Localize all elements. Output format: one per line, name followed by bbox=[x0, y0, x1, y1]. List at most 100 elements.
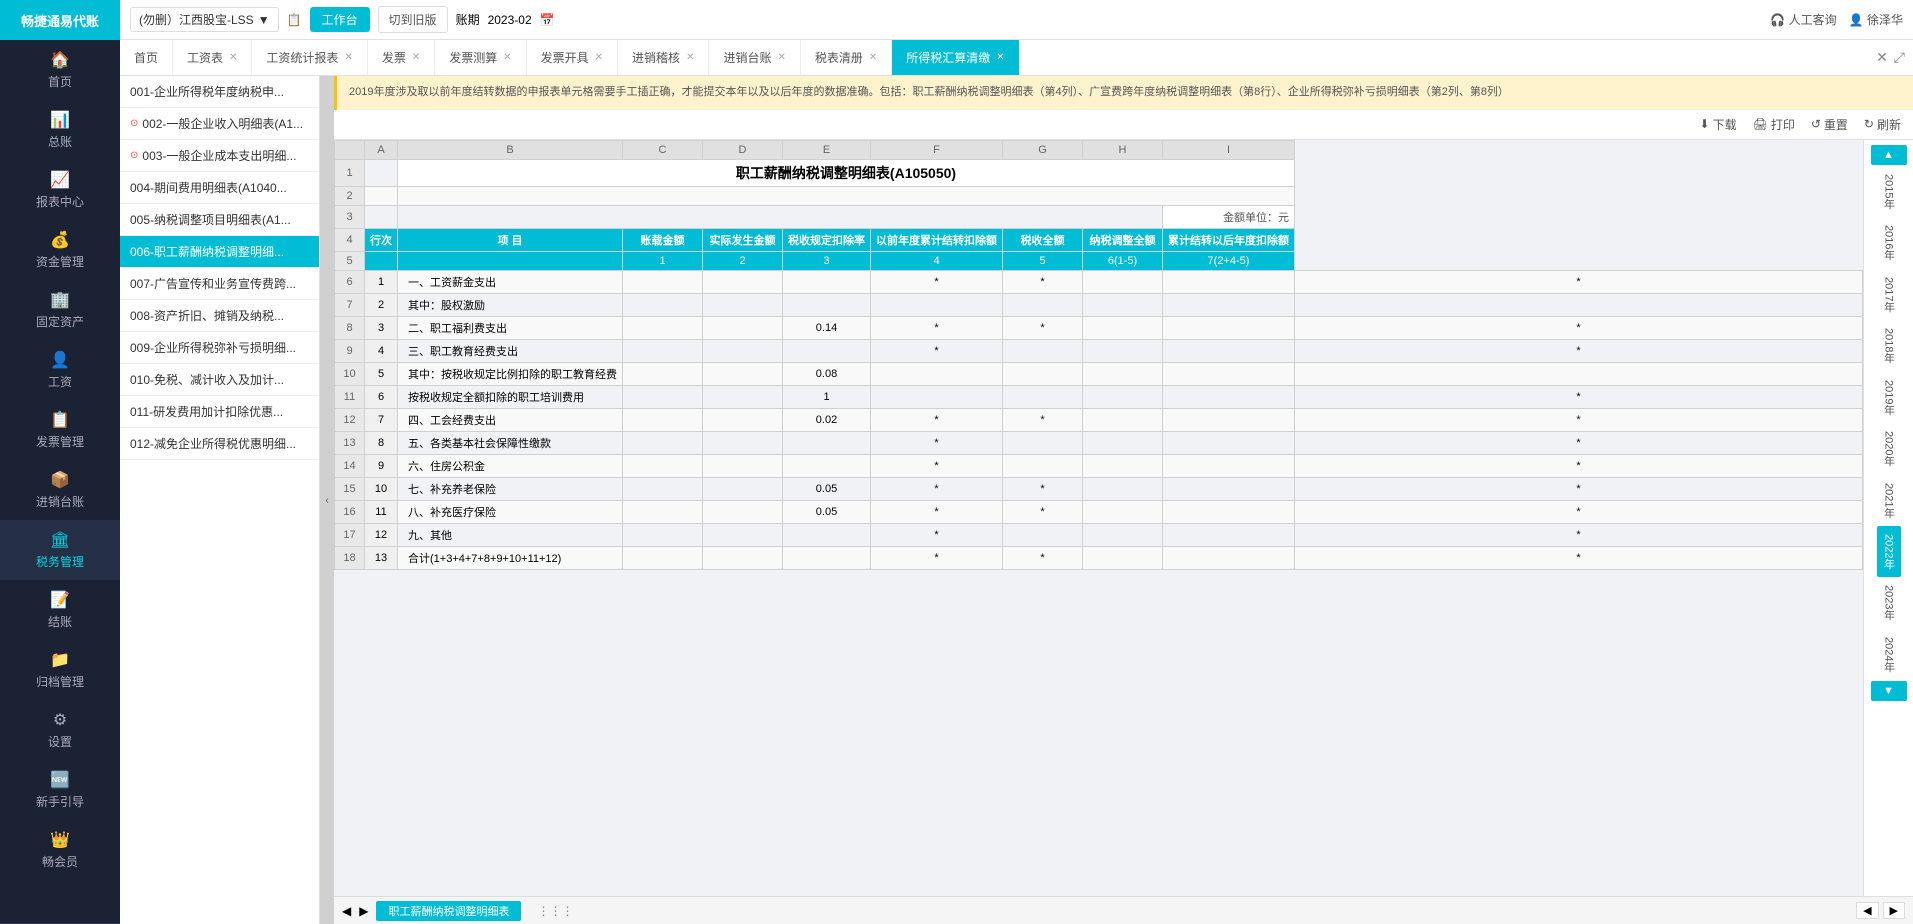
tab-工资表[interactable]: 工资表✕ bbox=[173, 40, 252, 75]
data-cell-r7-c1[interactable]: 其中：股权激励 bbox=[398, 293, 623, 316]
data-cell-r17-c7[interactable] bbox=[1083, 523, 1163, 546]
sidebar-item-新手引导[interactable]: 🆕新手引导 bbox=[0, 760, 120, 820]
tab-close-icon[interactable]: ✕ bbox=[595, 52, 603, 63]
tab-close-icon[interactable]: ✕ bbox=[503, 52, 511, 63]
data-cell-r7-c5[interactable] bbox=[871, 293, 1003, 316]
data-cell-r16-c9[interactable]: * bbox=[1295, 500, 1863, 523]
data-cell-r16-c3[interactable] bbox=[703, 500, 783, 523]
tab-发票开具[interactable]: 发票开具✕ bbox=[527, 40, 618, 75]
tab-close-icon[interactable]: ✕ bbox=[344, 52, 352, 63]
data-cell-r17-c8[interactable] bbox=[1163, 523, 1295, 546]
data-cell-r18-c1[interactable]: 合计(1+3+4+7+8+9+10+11+12) bbox=[398, 546, 623, 569]
data-cell-r6-c1[interactable]: 一、工资薪金支出 bbox=[398, 270, 623, 293]
data-cell-r18-c9[interactable]: * bbox=[1295, 546, 1863, 569]
print-button[interactable]: 🖨 打印 bbox=[1753, 116, 1795, 133]
data-cell-r9-c4[interactable] bbox=[783, 339, 871, 362]
data-cell-r17-c0[interactable]: 12 bbox=[365, 523, 398, 546]
tab-close-icon[interactable]: ✕ bbox=[229, 52, 237, 63]
data-cell-r17-c2[interactable] bbox=[623, 523, 703, 546]
tab-close-icon[interactable]: ✕ bbox=[996, 52, 1004, 63]
data-cell-r18-c2[interactable] bbox=[623, 546, 703, 569]
data-cell-r11-c5[interactable] bbox=[871, 385, 1003, 408]
data-cell-r14-c0[interactable]: 9 bbox=[365, 454, 398, 477]
data-cell-r7-c6[interactable] bbox=[1003, 293, 1083, 316]
data-cell-r16-c0[interactable]: 11 bbox=[365, 500, 398, 523]
data-cell-r8-c2[interactable] bbox=[623, 316, 703, 339]
bottom-tab[interactable]: 职工薪酬纳税调整明细表 bbox=[376, 901, 521, 921]
data-cell-r13-c0[interactable]: 8 bbox=[365, 431, 398, 454]
data-cell-r14-c3[interactable] bbox=[703, 454, 783, 477]
sidebar-item-进销台账[interactable]: 📦进销台账 bbox=[0, 460, 120, 520]
data-cell-r13-c6[interactable] bbox=[1003, 431, 1083, 454]
data-cell-r8-c5[interactable]: * bbox=[871, 316, 1003, 339]
data-cell-r15-c3[interactable] bbox=[703, 477, 783, 500]
data-cell-r13-c9[interactable]: * bbox=[1295, 431, 1863, 454]
year-nav-down[interactable]: ▼ bbox=[1871, 681, 1907, 701]
nav-prev-icon[interactable]: ◀ bbox=[342, 904, 351, 918]
data-cell-r9-c0[interactable]: 4 bbox=[365, 339, 398, 362]
data-cell-r11-c6[interactable] bbox=[1003, 385, 1083, 408]
data-cell-r8-c9[interactable]: * bbox=[1295, 316, 1863, 339]
data-cell-r8-c3[interactable] bbox=[703, 316, 783, 339]
tab-首页[interactable]: 首页 bbox=[120, 40, 173, 75]
download-button[interactable]: ⬇ 下载 bbox=[1700, 116, 1737, 133]
left-menu-item-005[interactable]: 005-纳税调整项目明细表(A1... bbox=[120, 204, 319, 236]
data-cell-r6-c2[interactable] bbox=[623, 270, 703, 293]
tab-发票测算[interactable]: 发票测算✕ bbox=[435, 40, 526, 75]
data-cell-r12-c7[interactable] bbox=[1083, 408, 1163, 431]
sidebar-item-工资[interactable]: 👤工资 bbox=[0, 340, 120, 400]
data-cell-r12-c3[interactable] bbox=[703, 408, 783, 431]
year-item-2024年[interactable]: 2024年 bbox=[1877, 629, 1901, 680]
data-cell-r18-c8[interactable] bbox=[1163, 546, 1295, 569]
data-cell-r18-c3[interactable] bbox=[703, 546, 783, 569]
data-cell-r18-c0[interactable]: 13 bbox=[365, 546, 398, 569]
data-cell-r15-c8[interactable] bbox=[1163, 477, 1295, 500]
tab-进销稽核[interactable]: 进销稽核✕ bbox=[618, 40, 709, 75]
left-menu-item-010[interactable]: 010-免税、减计收入及加计... bbox=[120, 364, 319, 396]
expand-icon[interactable]: ⤢ bbox=[1894, 49, 1905, 66]
data-cell-r9-c9[interactable]: * bbox=[1295, 339, 1863, 362]
left-menu-item-001[interactable]: 001-企业所得税年度纳税申... bbox=[120, 76, 319, 108]
data-cell-r11-c3[interactable] bbox=[703, 385, 783, 408]
sidebar-item-报表中心[interactable]: 📈报表中心 bbox=[0, 160, 120, 220]
data-cell-r12-c8[interactable] bbox=[1163, 408, 1295, 431]
data-cell-r16-c8[interactable] bbox=[1163, 500, 1295, 523]
data-cell-r15-c5[interactable]: * bbox=[871, 477, 1003, 500]
data-cell-r17-c4[interactable] bbox=[783, 523, 871, 546]
year-item-2019年[interactable]: 2019年 bbox=[1877, 372, 1901, 423]
data-cell-r13-c7[interactable] bbox=[1083, 431, 1163, 454]
data-cell-r6-c4[interactable] bbox=[783, 270, 871, 293]
data-cell-r18-c6[interactable]: * bbox=[1003, 546, 1083, 569]
data-cell-r6-c8[interactable] bbox=[1163, 270, 1295, 293]
data-cell-r16-c5[interactable]: * bbox=[871, 500, 1003, 523]
sidebar-item-税务管理[interactable]: 🏛税务管理 bbox=[0, 520, 120, 580]
data-cell-r10-c9[interactable] bbox=[1295, 362, 1863, 385]
tab-close-icon[interactable]: ✕ bbox=[869, 52, 877, 63]
year-item-2021年[interactable]: 2021年 bbox=[1877, 475, 1901, 526]
sidebar-item-资金管理[interactable]: 💰资金管理 bbox=[0, 220, 120, 280]
data-cell-r7-c3[interactable] bbox=[703, 293, 783, 316]
tab-所得税汇算清缴[interactable]: 所得税汇算清缴✕ bbox=[892, 40, 1019, 75]
data-cell-r11-c2[interactable] bbox=[623, 385, 703, 408]
data-cell-r11-c9[interactable]: * bbox=[1295, 385, 1863, 408]
left-menu-item-002[interactable]: ⊙002-一般企业收入明细表(A1... bbox=[120, 108, 319, 140]
data-cell-r7-c7[interactable] bbox=[1083, 293, 1163, 316]
data-cell-r6-c3[interactable] bbox=[703, 270, 783, 293]
data-cell-r12-c1[interactable]: 四、工会经费支出 bbox=[398, 408, 623, 431]
data-cell-r6-c7[interactable] bbox=[1083, 270, 1163, 293]
tab-close-icon[interactable]: ✕ bbox=[412, 52, 420, 63]
data-cell-r13-c5[interactable]: * bbox=[871, 431, 1003, 454]
sidebar-item-发票管理[interactable]: 📋发票管理 bbox=[0, 400, 120, 460]
reset-button[interactable]: ↺ 重置 bbox=[1811, 116, 1848, 133]
left-menu-item-007[interactable]: 007-广告宣传和业务宣传费跨... bbox=[120, 268, 319, 300]
year-item-2017年[interactable]: 2017年 bbox=[1877, 269, 1901, 320]
data-cell-r9-c5[interactable]: * bbox=[871, 339, 1003, 362]
data-cell-r12-c5[interactable]: * bbox=[871, 408, 1003, 431]
data-cell-r11-c4[interactable]: 1 bbox=[783, 385, 871, 408]
data-cell-r8-c0[interactable]: 3 bbox=[365, 316, 398, 339]
data-cell-r10-c6[interactable] bbox=[1003, 362, 1083, 385]
data-cell-r7-c8[interactable] bbox=[1163, 293, 1295, 316]
data-cell-r14-c1[interactable]: 六、住房公积金 bbox=[398, 454, 623, 477]
data-cell-r11-c7[interactable] bbox=[1083, 385, 1163, 408]
data-cell-r7-c4[interactable] bbox=[783, 293, 871, 316]
